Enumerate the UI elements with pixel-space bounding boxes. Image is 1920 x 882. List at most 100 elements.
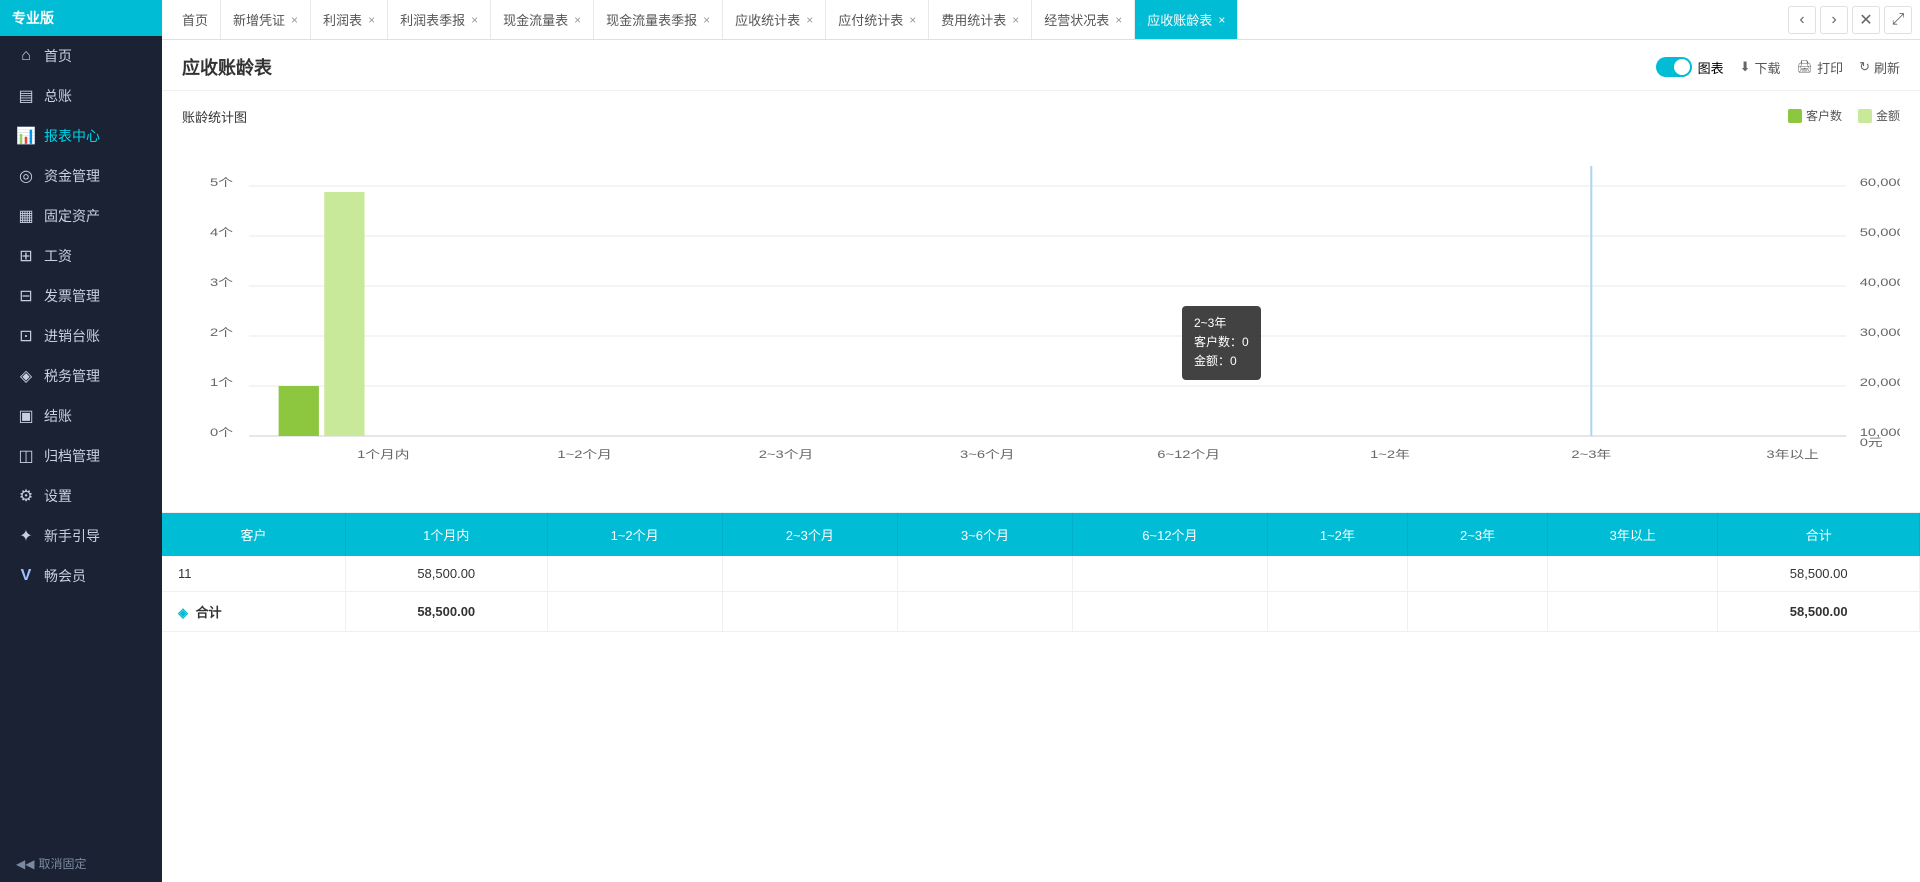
sidebar-item-closing[interactable]: ▣ 结账: [0, 396, 162, 436]
download-button[interactable]: ⬇ 下载: [1740, 58, 1781, 77]
tab-ar-aging[interactable]: 应收账龄表 ×: [1135, 0, 1238, 39]
tab-ar-stat[interactable]: 应收统计表 ×: [723, 0, 826, 39]
tab-profit-close[interactable]: ×: [368, 14, 375, 26]
legend-amount-color: [1858, 109, 1872, 123]
svg-text:4个: 4个: [210, 226, 233, 239]
th-total: 合计: [1718, 513, 1920, 556]
toggle-thumb: [1674, 59, 1690, 75]
th-m36: 3~6个月: [897, 513, 1072, 556]
svg-text:1个: 1个: [210, 376, 233, 389]
chart-wrapper: 5个 4个 3个 2个 1个 0个 60,000.00元 50,000.00元 …: [182, 136, 1900, 496]
svg-text:3年以上: 3年以上: [1766, 448, 1818, 461]
sidebar-item-archive[interactable]: ◫ 归档管理: [0, 436, 162, 476]
tab-home[interactable]: 首页: [170, 0, 221, 39]
main-content: 首页 新增凭证 × 利润表 × 利润表季报 × 现金流量表 × 现金流量表季报 …: [162, 0, 1920, 882]
chart-title: 账龄统计图: [182, 107, 1900, 126]
funds-icon: ◎: [16, 166, 36, 186]
tab-close-all-button[interactable]: ✕: [1852, 6, 1880, 34]
tab-ar-aging-close[interactable]: ×: [1218, 14, 1225, 26]
collapse-icon: ◀◀: [16, 857, 34, 871]
chart-toggle[interactable]: 图表: [1656, 57, 1724, 77]
sidebar-item-guide[interactable]: ✦ 新手引导: [0, 516, 162, 556]
sidebar-item-vip[interactable]: V 畅会员: [0, 556, 162, 596]
sidebar-item-home[interactable]: ⌂ 首页: [0, 36, 162, 76]
svg-text:6~12个月: 6~12个月: [1157, 448, 1220, 461]
collapse-button[interactable]: ◀◀ 取消固定: [0, 845, 162, 882]
collapse-label: 取消固定: [38, 855, 86, 872]
tab-ap-stat-label: 应付统计表: [838, 10, 903, 29]
tab-expense[interactable]: 费用统计表 ×: [929, 0, 1032, 39]
cell-y23: [1407, 556, 1547, 592]
sidebar-item-label: 工资: [44, 246, 72, 266]
cell-m12: [547, 556, 722, 592]
legend-amount: 金额: [1858, 107, 1900, 124]
sidebar-item-funds[interactable]: ◎ 资金管理: [0, 156, 162, 196]
tab-cashflow-close[interactable]: ×: [574, 14, 581, 26]
sidebar: 专业版 ⌂ 首页 ▤ 总账 📊 报表中心 ◎ 资金管理 ▦ 固定资产 ⊞ 工资 …: [0, 0, 162, 882]
download-label: 下载: [1755, 58, 1781, 77]
svg-text:3个: 3个: [210, 276, 233, 289]
tab-cashflow[interactable]: 现金流量表 ×: [491, 0, 594, 39]
tab-ar-stat-close[interactable]: ×: [806, 14, 813, 26]
tab-business-close[interactable]: ×: [1115, 14, 1122, 26]
toggle-track[interactable]: [1656, 57, 1692, 77]
svg-text:40,000.00元: 40,000.00元: [1860, 276, 1900, 289]
legend-customer-count: 客户数: [1788, 107, 1842, 124]
th-y23: 2~3年: [1407, 513, 1547, 556]
tab-bar: 首页 新增凭证 × 利润表 × 利润表季报 × 现金流量表 × 现金流量表季报 …: [162, 0, 1920, 40]
tab-cashflow-label: 现金流量表: [503, 10, 568, 29]
sidebar-item-label: 税务管理: [44, 366, 100, 386]
svg-text:0元: 0元: [1860, 436, 1883, 449]
refresh-button[interactable]: ↻ 刷新: [1859, 58, 1900, 77]
th-y12: 1~2年: [1267, 513, 1407, 556]
tab-voucher-label: 新增凭证: [233, 10, 285, 29]
print-button[interactable]: 🖨 打印: [1797, 58, 1844, 77]
sidebar-item-inventory[interactable]: ⊡ 进销台账: [0, 316, 162, 356]
table-total-row: ◈ 合计 58,500.00 58,500.00: [162, 592, 1920, 632]
tab-cashflow-q-close[interactable]: ×: [703, 14, 710, 26]
archive-icon: ◫: [16, 446, 36, 466]
tab-cashflow-q[interactable]: 现金流量表季报 ×: [594, 0, 723, 39]
sidebar-item-reports[interactable]: 📊 报表中心: [0, 116, 162, 156]
tab-prev-button[interactable]: ‹: [1788, 6, 1816, 34]
th-m1: 1个月内: [345, 513, 547, 556]
sidebar-item-payroll[interactable]: ⊞ 工资: [0, 236, 162, 276]
chart-area: 账龄统计图 客户数 金额 5个 4个 3个 2个 1个: [162, 91, 1920, 513]
cell-m36: [897, 556, 1072, 592]
legend-amount-label: 金额: [1876, 107, 1900, 124]
tab-next-button[interactable]: ›: [1820, 6, 1848, 34]
download-icon: ⬇: [1740, 59, 1751, 75]
tab-profit-q-label: 利润表季报: [400, 10, 465, 29]
tab-expense-close[interactable]: ×: [1012, 14, 1019, 26]
tab-maximize-button[interactable]: ⤢: [1884, 6, 1912, 34]
tab-ap-stat-close[interactable]: ×: [909, 14, 916, 26]
legend-customer-count-label: 客户数: [1806, 107, 1842, 124]
svg-text:1~2个月: 1~2个月: [557, 448, 612, 461]
payroll-icon: ⊞: [16, 246, 36, 266]
tab-business[interactable]: 经营状况表 ×: [1032, 0, 1135, 39]
sidebar-item-assets[interactable]: ▦ 固定资产: [0, 196, 162, 236]
tab-profit-q[interactable]: 利润表季报 ×: [388, 0, 491, 39]
svg-text:5个: 5个: [210, 176, 233, 189]
page-header: 应收账龄表 图表 ⬇ 下载 🖨 打印 ↻ 刷新: [162, 40, 1920, 91]
tab-profit-q-close[interactable]: ×: [471, 14, 478, 26]
tab-voucher[interactable]: 新增凭证 ×: [221, 0, 311, 39]
sidebar-item-settings[interactable]: ⚙ 设置: [0, 476, 162, 516]
sidebar-item-label: 结账: [44, 406, 72, 426]
closing-icon: ▣: [16, 406, 36, 426]
sidebar-item-invoices[interactable]: ⊟ 发票管理: [0, 276, 162, 316]
tab-voucher-close[interactable]: ×: [291, 14, 298, 26]
tab-ap-stat[interactable]: 应付统计表 ×: [826, 0, 929, 39]
svg-text:2个: 2个: [210, 326, 233, 339]
tab-profit[interactable]: 利润表 ×: [311, 0, 388, 39]
sidebar-logo: 专业版: [0, 0, 162, 36]
sidebar-item-tax[interactable]: ◈ 税务管理: [0, 356, 162, 396]
svg-text:1个月内: 1个月内: [357, 448, 409, 461]
cell-y3plus: [1548, 556, 1718, 592]
sidebar-item-ledger[interactable]: ▤ 总账: [0, 76, 162, 116]
chart-svg: 5个 4个 3个 2个 1个 0个 60,000.00元 50,000.00元 …: [182, 136, 1900, 496]
svg-text:1~2年: 1~2年: [1370, 448, 1410, 461]
total-y3plus: [1548, 592, 1718, 632]
svg-text:2~3年: 2~3年: [1571, 448, 1611, 461]
sidebar-item-label: 新手引导: [44, 526, 100, 546]
